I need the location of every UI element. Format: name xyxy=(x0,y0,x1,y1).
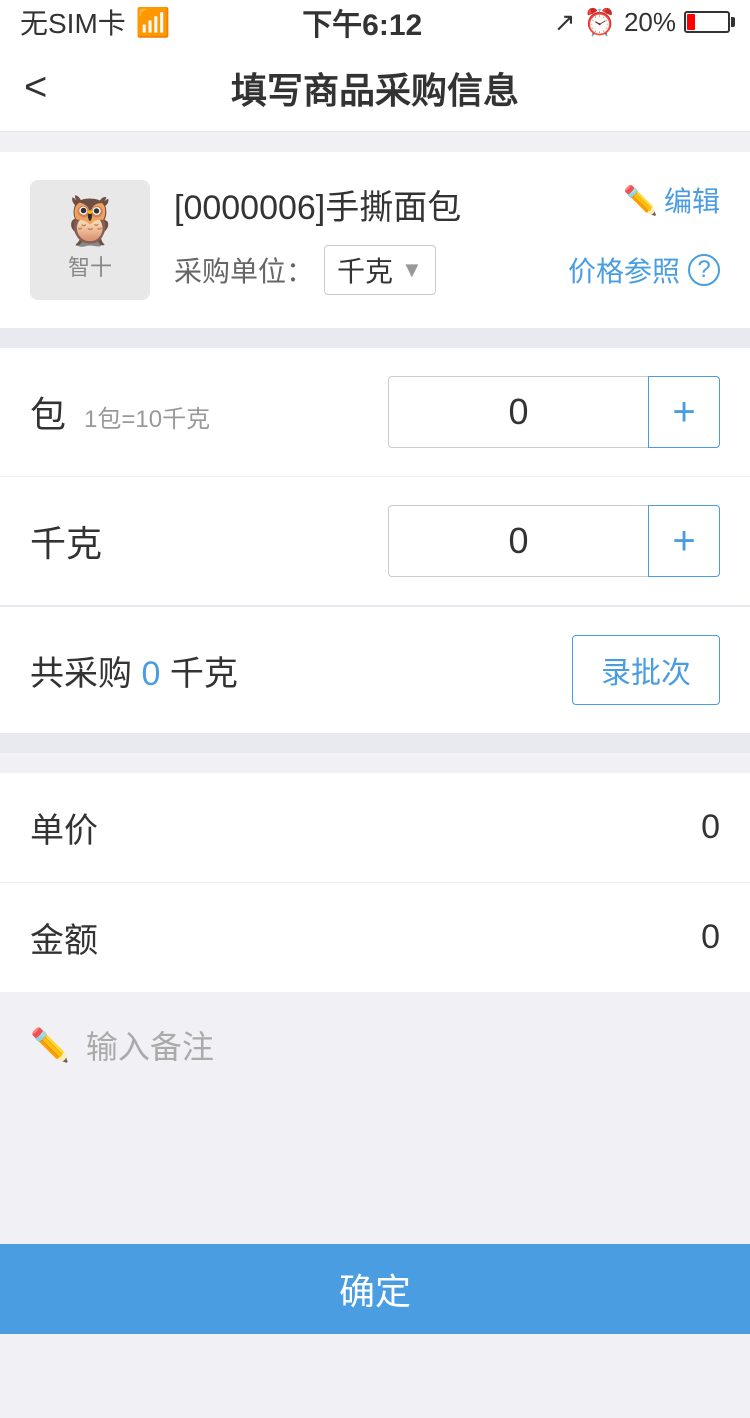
pencil-icon: ✏️ xyxy=(30,1026,70,1064)
confirm-button-label: 确定 xyxy=(339,1263,411,1315)
chevron-down-icon: ▼ xyxy=(401,257,423,283)
unit-price-label: 单价 xyxy=(30,803,98,852)
kg-input-row: 千克 + xyxy=(0,477,750,605)
product-header: [0000006]手撕面包 ✏️ 编辑 xyxy=(174,180,720,229)
page-title: 填写商品采购信息 xyxy=(231,62,519,114)
product-image: 🦉 智十 xyxy=(30,180,150,300)
pack-label: 包 1包=10千克 xyxy=(30,386,210,438)
time-display: 下午6:12 xyxy=(302,0,422,44)
total-section: 共采购 0 千克 录批次 xyxy=(0,607,750,733)
unit-label: 采购单位： xyxy=(174,250,314,290)
total-unit: 千克 xyxy=(170,655,238,693)
notes-placeholder: 输入备注 xyxy=(86,1022,214,1068)
status-left: 无SIM卡 📶 xyxy=(20,2,171,42)
edit-label: 编辑 xyxy=(664,180,720,220)
pack-input-row: 包 1包=10千克 + xyxy=(0,348,750,477)
alarm-icon: ⏰ xyxy=(584,7,616,38)
kg-quantity-input[interactable] xyxy=(388,505,648,577)
kg-label: 千克 xyxy=(30,515,150,567)
input-section: 包 1包=10千克 + 千克 + xyxy=(0,348,750,605)
unit-select[interactable]: 千克 ▼ xyxy=(324,245,436,295)
status-bar: 无SIM卡 📶 下午6:12 ↗ ⏰ 20% xyxy=(0,0,750,44)
back-button[interactable]: < xyxy=(24,65,47,110)
unit-value: 千克 xyxy=(337,250,393,290)
price-section: 单价 0 金额 0 xyxy=(0,773,750,992)
product-name: [0000006]手撕面包 xyxy=(174,180,461,229)
carrier-text: 无SIM卡 xyxy=(20,2,126,42)
unit-price-row: 单价 0 xyxy=(0,773,750,883)
battery-icon xyxy=(684,11,730,33)
product-info: [0000006]手撕面包 ✏️ 编辑 采购单位： 千克 ▼ 价格参照 ? xyxy=(174,180,720,295)
confirm-button[interactable]: 确定 xyxy=(0,1244,750,1334)
price-ref-button[interactable]: 价格参照 ? xyxy=(568,250,720,290)
pack-quantity-input[interactable] xyxy=(388,376,648,448)
product-logo: 🦉 xyxy=(60,198,120,246)
section-divider-3 xyxy=(0,733,750,753)
unit-row: 采购单位： 千克 ▼ 价格参照 ? xyxy=(174,245,720,295)
total-value: 0 xyxy=(141,655,169,693)
amount-value: 0 xyxy=(701,918,720,957)
location-icon: ↗ xyxy=(554,7,576,38)
product-logo-text: 智十 xyxy=(68,250,112,282)
status-right: ↗ ⏰ 20% xyxy=(554,7,730,38)
total-label: 共采购 xyxy=(30,655,132,693)
product-card: 🦉 智十 [0000006]手撕面包 ✏️ 编辑 采购单位： 千克 ▼ 价格参照… xyxy=(0,152,750,328)
total-text: 共采购 0 千克 xyxy=(30,646,238,695)
pack-plus-button[interactable]: + xyxy=(648,376,720,448)
price-ref-label: 价格参照 xyxy=(568,250,680,290)
wifi-icon: 📶 xyxy=(136,6,171,39)
battery-percent: 20% xyxy=(624,7,676,38)
notes-section[interactable]: ✏️ 输入备注 xyxy=(0,992,750,1098)
batch-button[interactable]: 录批次 xyxy=(572,635,720,705)
amount-row: 金额 0 xyxy=(0,883,750,992)
edit-icon: ✏️ xyxy=(623,184,658,217)
unit-price-value: 0 xyxy=(701,808,720,847)
help-icon[interactable]: ? xyxy=(688,254,720,286)
pack-input-right: + xyxy=(388,376,720,448)
section-divider-1 xyxy=(0,328,750,348)
kg-input-right: + xyxy=(388,505,720,577)
amount-label: 金额 xyxy=(30,913,98,962)
edit-button[interactable]: ✏️ 编辑 xyxy=(623,180,720,220)
nav-bar: < 填写商品采购信息 xyxy=(0,44,750,132)
pack-sub-label: 1包=10千克 xyxy=(84,406,210,433)
kg-plus-button[interactable]: + xyxy=(648,505,720,577)
